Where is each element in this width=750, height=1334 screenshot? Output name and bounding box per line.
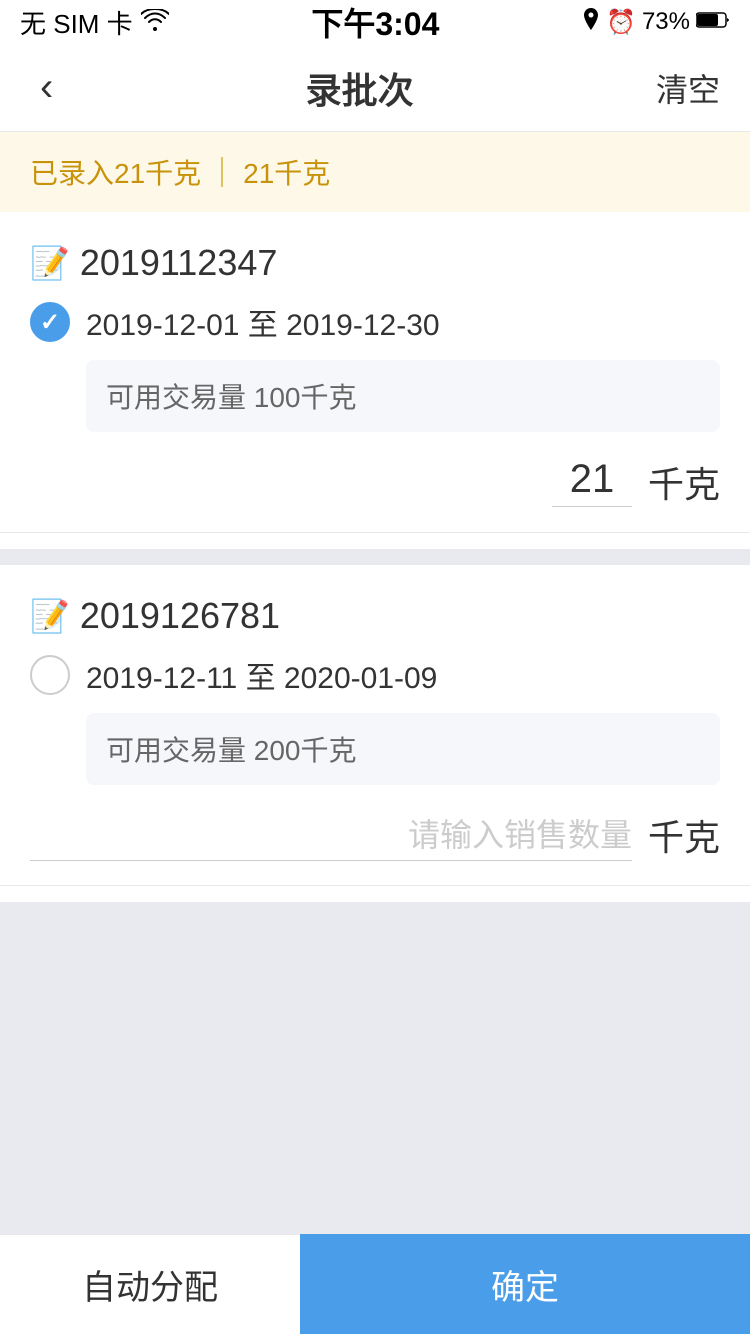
summary-value: 21千克 <box>243 152 330 192</box>
qty-input-row-2: 请输入销售数量 千克 <box>0 785 750 886</box>
battery-text: 73% <box>642 8 690 36</box>
batch-date-row-1[interactable]: 2019-12-01 至 2019-12-30 <box>30 300 720 344</box>
location-icon <box>582 8 600 37</box>
available-qty-2: 可用交易量 200千克 <box>86 713 720 785</box>
no-sim-text: 无 SIM 卡 <box>20 4 133 41</box>
section-separator <box>0 549 750 565</box>
batch-header-1: 📝 2019112347 <box>30 242 720 284</box>
confirm-button[interactable]: 确定 <box>300 1234 750 1334</box>
bottom-bar: 自动分配 确定 <box>0 1234 750 1334</box>
available-qty-1: 可用交易量 100千克 <box>86 360 720 432</box>
status-bar: 无 SIM 卡 下午3:04 ⏰ 73% <box>0 0 750 44</box>
radio-checked-1[interactable] <box>30 302 70 342</box>
qty-unit-1: 千克 <box>648 456 720 508</box>
batch-number-2: 2019126781 <box>80 595 280 637</box>
summary-bar: 已录入21千克 21千克 <box>0 132 750 212</box>
alarm-icon: ⏰ <box>606 8 636 37</box>
batch-card-1: 📝 2019112347 2019-12-01 至 2019-12-30 可用交… <box>0 212 750 549</box>
batch-icon-1: 📝 <box>30 244 70 282</box>
qty-input-row-1: 21 千克 <box>0 432 750 533</box>
batch-icon-2: 📝 <box>30 597 70 635</box>
batch-item-2: 📝 2019126781 2019-12-11 至 2020-01-09 可用交… <box>0 565 750 785</box>
nav-bar: ‹ 录批次 清空 <box>0 44 750 132</box>
back-button[interactable]: ‹ <box>30 55 63 120</box>
qty-unit-2: 千克 <box>648 809 720 861</box>
batch-date-1: 2019-12-01 至 2019-12-30 <box>86 300 440 344</box>
status-right: ⏰ 73% <box>582 8 730 37</box>
status-left: 无 SIM 卡 <box>20 4 169 41</box>
status-time: 下午3:04 <box>311 0 439 45</box>
qty-placeholder-2[interactable]: 请输入销售数量 <box>30 810 632 861</box>
summary-divider <box>221 157 223 187</box>
batch-header-2: 📝 2019126781 <box>30 595 720 637</box>
batch-item-1: 📝 2019112347 2019-12-01 至 2019-12-30 可用交… <box>0 212 750 432</box>
batch-date-row-2[interactable]: 2019-12-11 至 2020-01-09 <box>30 653 720 697</box>
summary-label: 已录入21千克 <box>30 152 201 192</box>
clear-button[interactable]: 清空 <box>656 65 720 111</box>
batch-card-2: 📝 2019126781 2019-12-11 至 2020-01-09 可用交… <box>0 565 750 902</box>
batch-number-1: 2019112347 <box>80 242 278 284</box>
batch-date-2: 2019-12-11 至 2020-01-09 <box>86 653 437 697</box>
radio-unchecked-2[interactable] <box>30 655 70 695</box>
qty-value-1[interactable]: 21 <box>552 457 632 507</box>
battery-icon <box>696 8 730 36</box>
auto-assign-button[interactable]: 自动分配 <box>0 1234 300 1334</box>
wifi-icon <box>141 7 169 38</box>
page-title: 录批次 <box>306 62 414 114</box>
